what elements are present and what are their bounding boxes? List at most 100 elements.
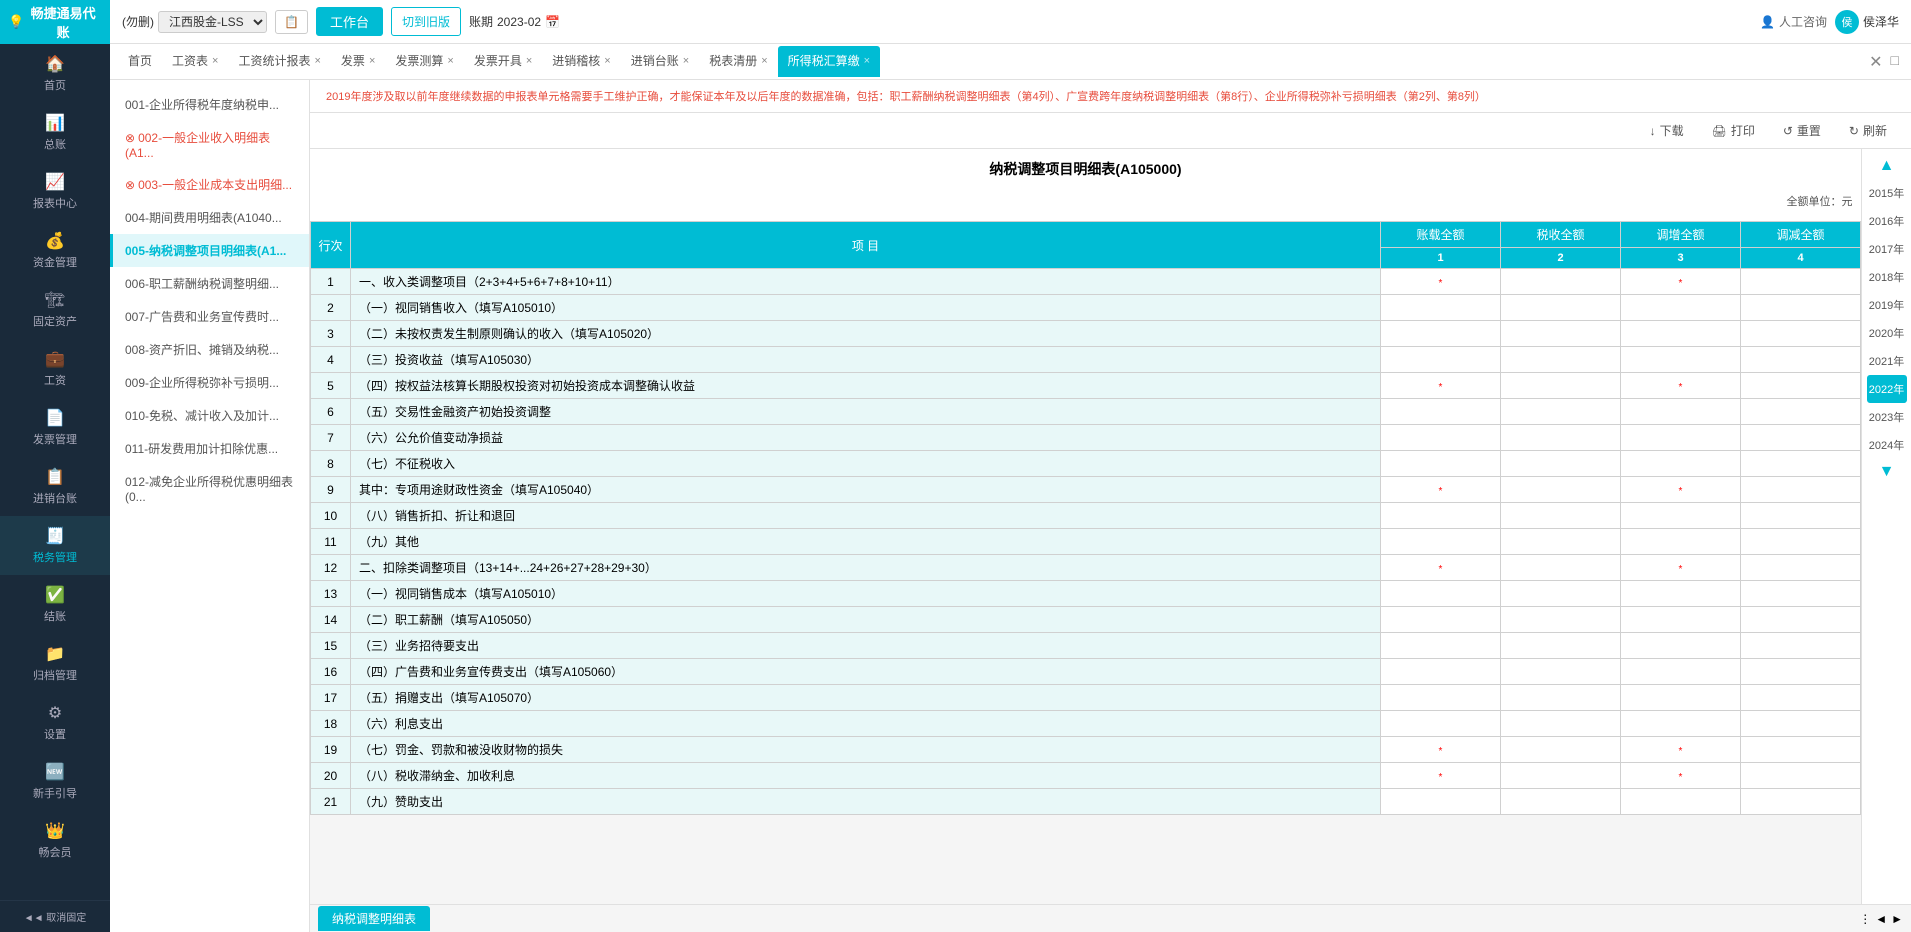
- row-col-1[interactable]: [1381, 711, 1501, 737]
- sidebar-item-general-ledger[interactable]: 📊总账: [0, 103, 110, 162]
- row-col-3[interactable]: [1621, 295, 1741, 321]
- row-col-1[interactable]: *: [1381, 737, 1501, 763]
- tab-close-5[interactable]: ×: [526, 55, 532, 67]
- tab-close-2[interactable]: ×: [314, 55, 320, 67]
- download-button[interactable]: ↓ 下载: [1642, 119, 1692, 142]
- tab-close-9[interactable]: ×: [864, 55, 870, 67]
- row-col-3[interactable]: [1621, 321, 1741, 347]
- row-col-4[interactable]: [1741, 503, 1861, 529]
- row-col-2[interactable]: [1501, 685, 1621, 711]
- row-col-2[interactable]: [1501, 399, 1621, 425]
- row-col-1[interactable]: *: [1381, 269, 1501, 295]
- company-dropdown[interactable]: 江西股金-LSS: [158, 11, 267, 33]
- year-up-nav[interactable]: ▲: [1875, 153, 1899, 179]
- tab-item-3[interactable]: 发票 ×: [331, 46, 385, 77]
- tab-close-6[interactable]: ×: [604, 55, 610, 67]
- left-panel-item-007[interactable]: 007-广告费和业务宣传费时...: [110, 300, 309, 333]
- row-col-4[interactable]: [1741, 763, 1861, 789]
- row-col-1[interactable]: *: [1381, 373, 1501, 399]
- tab-item-2[interactable]: 工资统计报表 ×: [228, 46, 330, 77]
- old-version-button[interactable]: 切到旧版: [391, 7, 461, 36]
- left-panel-item-009[interactable]: 009-企业所得税弥补亏损明...: [110, 366, 309, 399]
- sidebar-item-settings[interactable]: ⚙设置: [0, 693, 110, 752]
- tab-item-1[interactable]: 工资表 ×: [162, 46, 228, 77]
- row-col-1[interactable]: [1381, 789, 1501, 815]
- row-col-3[interactable]: *: [1621, 737, 1741, 763]
- sidebar-item-home[interactable]: 🏠首页: [0, 44, 110, 103]
- service-button[interactable]: 👤 人工咨询: [1760, 13, 1827, 30]
- row-col-3[interactable]: [1621, 451, 1741, 477]
- row-col-2[interactable]: [1501, 295, 1621, 321]
- row-col-4[interactable]: [1741, 425, 1861, 451]
- row-col-1[interactable]: [1381, 503, 1501, 529]
- row-col-2[interactable]: [1501, 451, 1621, 477]
- row-col-1[interactable]: [1381, 295, 1501, 321]
- sidebar-item-member[interactable]: 👑畅会员: [0, 811, 110, 870]
- row-col-4[interactable]: [1741, 659, 1861, 685]
- scroll-right-icon[interactable]: ►: [1891, 912, 1903, 926]
- row-col-2[interactable]: [1501, 477, 1621, 503]
- row-col-3[interactable]: [1621, 607, 1741, 633]
- year-item[interactable]: 2023年: [1867, 403, 1907, 431]
- sidebar-item-invoice-mgmt[interactable]: 📄发票管理: [0, 398, 110, 457]
- row-col-1[interactable]: [1381, 451, 1501, 477]
- sidebar-item-tax-mgmt[interactable]: 🧾税务管理: [0, 516, 110, 575]
- row-col-4[interactable]: [1741, 399, 1861, 425]
- row-col-2[interactable]: [1501, 373, 1621, 399]
- row-col-4[interactable]: [1741, 321, 1861, 347]
- row-col-2[interactable]: [1501, 269, 1621, 295]
- row-col-3[interactable]: [1621, 711, 1741, 737]
- row-col-1[interactable]: [1381, 529, 1501, 555]
- tabs-close-all[interactable]: ✕: [1865, 52, 1886, 72]
- copy-button[interactable]: 📋: [275, 10, 308, 34]
- row-col-2[interactable]: [1501, 347, 1621, 373]
- row-col-1[interactable]: [1381, 399, 1501, 425]
- year-item[interactable]: 2021年: [1867, 347, 1907, 375]
- tab-item-5[interactable]: 发票开具 ×: [464, 46, 542, 77]
- row-col-4[interactable]: [1741, 529, 1861, 555]
- year-item[interactable]: 2019年: [1867, 291, 1907, 319]
- row-col-1[interactable]: [1381, 347, 1501, 373]
- year-item[interactable]: 2018年: [1867, 263, 1907, 291]
- row-col-4[interactable]: [1741, 737, 1861, 763]
- calendar-icon[interactable]: 📅: [545, 15, 560, 29]
- row-col-1[interactable]: [1381, 581, 1501, 607]
- row-col-1[interactable]: [1381, 633, 1501, 659]
- unpin-button[interactable]: ◄◄ 取消固定: [0, 900, 110, 932]
- print-button[interactable]: 🖨 打印: [1704, 119, 1763, 142]
- row-col-4[interactable]: [1741, 295, 1861, 321]
- left-panel-item-005[interactable]: 005-纳税调整项目明细表(A1...: [110, 234, 309, 267]
- row-col-3[interactable]: *: [1621, 477, 1741, 503]
- row-col-4[interactable]: [1741, 581, 1861, 607]
- row-col-4[interactable]: [1741, 789, 1861, 815]
- tab-close-7[interactable]: ×: [683, 55, 689, 67]
- row-col-4[interactable]: [1741, 711, 1861, 737]
- tab-close-8[interactable]: ×: [761, 55, 767, 67]
- left-panel-item-008[interactable]: 008-资产折旧、摊销及纳税...: [110, 333, 309, 366]
- left-panel-item-012[interactable]: 012-减免企业所得税优惠明细表(0...: [110, 465, 309, 512]
- left-panel-item-004[interactable]: 004-期间费用明细表(A1040...: [110, 201, 309, 234]
- sidebar-item-settlement[interactable]: ✅结账: [0, 575, 110, 634]
- tabs-maximize[interactable]: □: [1887, 52, 1903, 72]
- row-col-2[interactable]: [1501, 633, 1621, 659]
- row-col-2[interactable]: [1501, 607, 1621, 633]
- row-col-3[interactable]: [1621, 399, 1741, 425]
- scroll-left-icon[interactable]: ◄: [1875, 912, 1887, 926]
- tab-item-6[interactable]: 进销稽核 ×: [542, 46, 620, 77]
- row-col-2[interactable]: [1501, 555, 1621, 581]
- row-col-4[interactable]: [1741, 347, 1861, 373]
- sidebar-item-purchase-ledger[interactable]: 📋进销台账: [0, 457, 110, 516]
- sidebar-item-archive-mgmt[interactable]: 📁归档管理: [0, 634, 110, 693]
- row-col-2[interactable]: [1501, 529, 1621, 555]
- year-item[interactable]: 2022年: [1867, 375, 1907, 403]
- year-down-nav[interactable]: ▼: [1875, 459, 1899, 485]
- tab-item-8[interactable]: 税表清册 ×: [699, 46, 777, 77]
- year-item[interactable]: 2024年: [1867, 431, 1907, 459]
- sidebar-item-new-guide[interactable]: 🆕新手引导: [0, 752, 110, 811]
- row-col-1[interactable]: [1381, 659, 1501, 685]
- year-item[interactable]: 2020年: [1867, 319, 1907, 347]
- row-col-4[interactable]: [1741, 607, 1861, 633]
- row-col-4[interactable]: [1741, 451, 1861, 477]
- left-panel-item-002[interactable]: ⊗002-一般企业收入明细表(A1...: [110, 121, 309, 168]
- sidebar-item-fixed-assets[interactable]: 🏗固定资产: [0, 280, 110, 339]
